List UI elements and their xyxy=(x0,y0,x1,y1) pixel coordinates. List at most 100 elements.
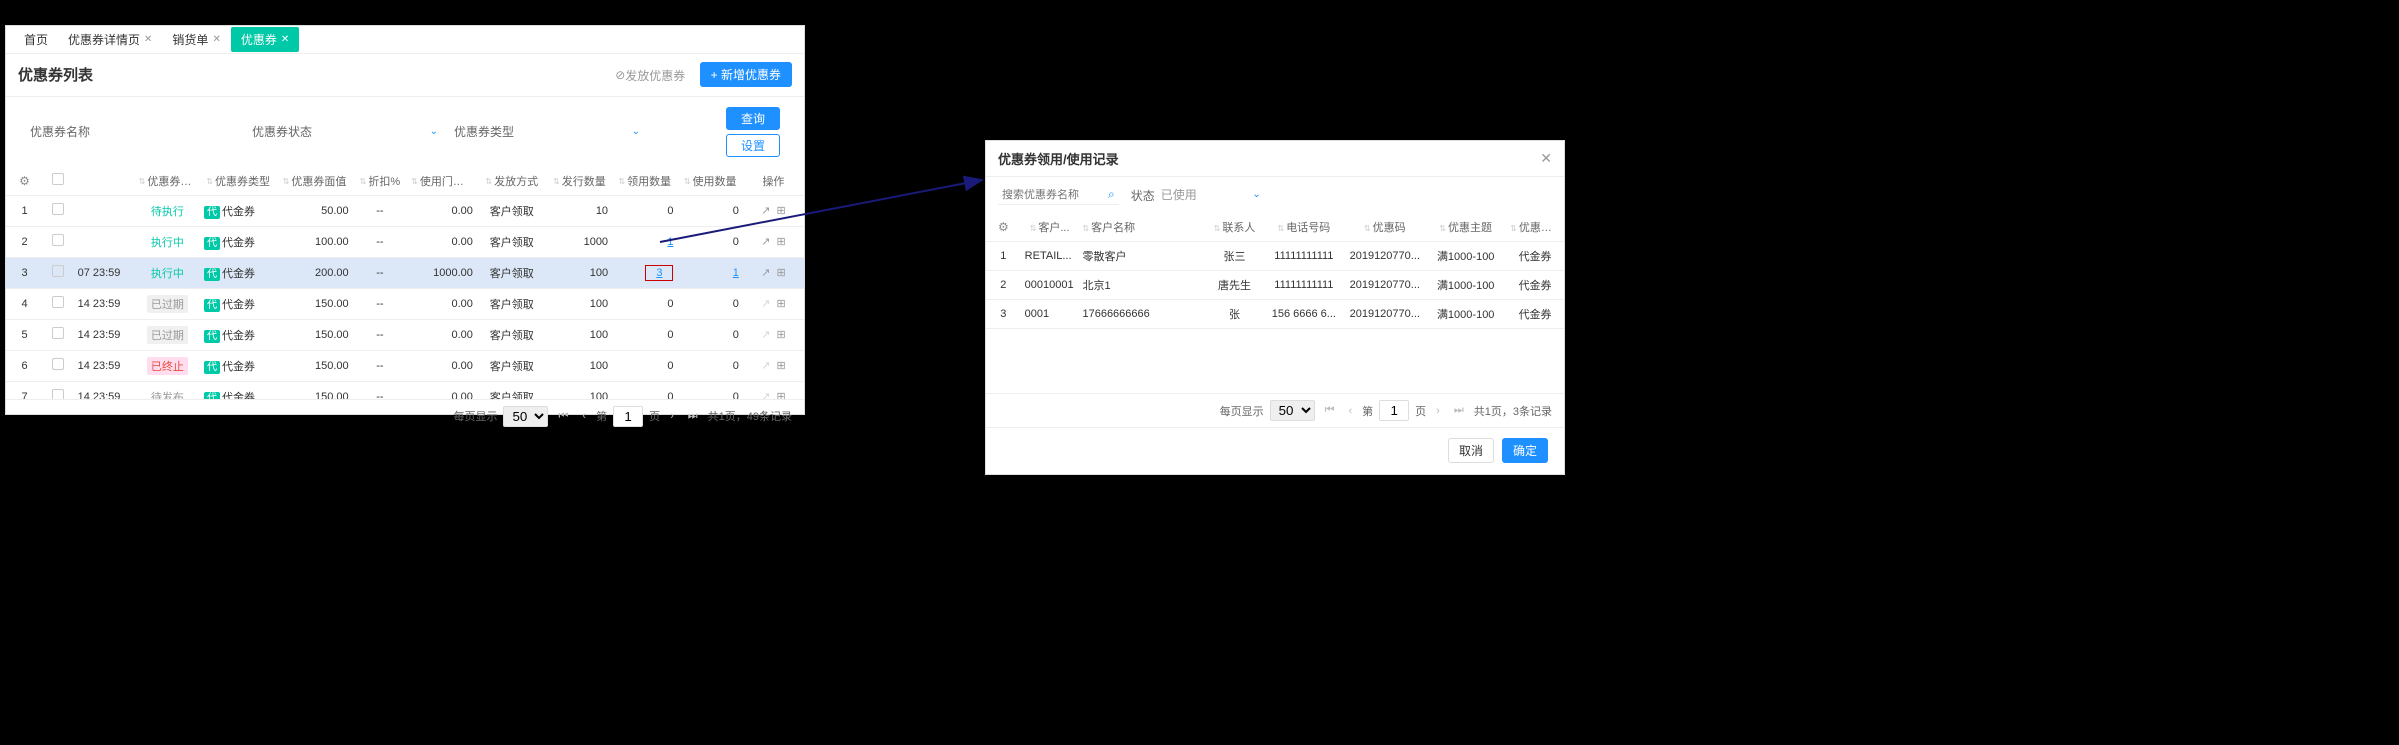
coupon-panel: 首页优惠券详情页✕销货单✕优惠券✕ 优惠券列表 ⊘ 发放优惠券 + 新增优惠券 … xyxy=(5,25,805,415)
last-page-button[interactable]: ⏭ xyxy=(1450,404,1468,417)
row-checkbox[interactable] xyxy=(52,203,64,215)
search-button[interactable]: 查询 xyxy=(726,107,780,130)
prev-page-button[interactable]: ‹ xyxy=(578,410,590,422)
coupon-table-wrap: ⚙ ⇅优惠券状态 ⇅优惠券类型 ⇅优惠券面值 ⇅折扣% ⇅使用门槛... ⇅发放… xyxy=(6,167,804,399)
next-page-button[interactable]: › xyxy=(1432,405,1444,417)
share-icon: ↗ xyxy=(761,390,770,399)
ok-button[interactable]: 确定 xyxy=(1502,438,1548,463)
tab-优惠券详情页[interactable]: 优惠券详情页✕ xyxy=(58,27,162,52)
status-badge: 已过期 xyxy=(147,326,188,344)
modal-search[interactable]: ⌕ xyxy=(998,185,1119,205)
share-icon: ↗ xyxy=(761,328,770,341)
used-link[interactable]: 1 xyxy=(733,267,739,279)
records-table: ⚙ ⇅客户... ⇅客户名称 ⇅联系人 ⇅电话号码 ⇅优惠码 ⇅优惠主题 ⇅优惠… xyxy=(986,213,1564,329)
status-badge: 执行中 xyxy=(147,233,188,251)
type-badge: 代 xyxy=(204,299,220,312)
table-row[interactable]: 2执行中代代金券100.00--0.00客户领取100010↗⊞ xyxy=(6,226,804,257)
select-all-checkbox[interactable] xyxy=(52,173,64,185)
qr-icon[interactable]: ⊞ xyxy=(776,359,785,372)
qr-icon[interactable]: ⊞ xyxy=(776,204,785,217)
cancel-button[interactable]: 取消 xyxy=(1448,438,1494,463)
per-page-select[interactable]: 50 xyxy=(1270,400,1315,421)
close-icon[interactable]: ✕ xyxy=(212,34,220,45)
modal-status-filter[interactable]: 状态 已使用⌄ xyxy=(1131,186,1261,204)
type-badge: 代 xyxy=(204,237,220,250)
share-icon[interactable]: ↗ xyxy=(761,204,770,217)
chevron-down-icon: ⌄ xyxy=(1252,189,1260,200)
next-page-button[interactable]: › xyxy=(666,410,678,422)
filter-row: 优惠券名称 优惠券状态 ⌄ 优惠券类型 ⌄ 查询 设置 xyxy=(6,97,804,167)
table-row[interactable]: 307 23:59执行中代代金券200.00--1000.00客户领取10031… xyxy=(6,257,804,288)
issue-coupon-button[interactable]: ⊘ 发放优惠券 xyxy=(604,63,696,88)
type-badge: 代 xyxy=(204,268,220,281)
paginator: 每页显示 50 ⏮ ‹ 第 页 › ⏭ 共1页，49条记录 xyxy=(6,399,804,433)
search-input[interactable] xyxy=(1002,189,1102,201)
status-badge: 已过期 xyxy=(147,295,188,313)
last-page-button[interactable]: ⏭ xyxy=(684,410,702,423)
row-checkbox[interactable] xyxy=(52,327,64,339)
claimed-link[interactable]: 3 xyxy=(645,265,673,281)
row-checkbox[interactable] xyxy=(52,389,64,399)
tab-销货单[interactable]: 销货单✕ xyxy=(162,27,230,52)
table-row[interactable]: 414 23:59已过期代代金券150.00--0.00客户领取10000↗⊞ xyxy=(6,288,804,319)
type-badge: 代 xyxy=(204,206,220,219)
qr-icon[interactable]: ⊞ xyxy=(776,328,785,341)
coupon-table: ⚙ ⇅优惠券状态 ⇅优惠券类型 ⇅优惠券面值 ⇅折扣% ⇅使用门槛... ⇅发放… xyxy=(6,167,804,399)
share-icon[interactable]: ↗ xyxy=(761,235,770,248)
filter-name[interactable]: 优惠券名称 xyxy=(30,123,236,140)
table-header-row: ⚙ ⇅优惠券状态 ⇅优惠券类型 ⇅优惠券面值 ⇅折扣% ⇅使用门槛... ⇅发放… xyxy=(6,167,804,196)
pager-total: 共1页，3条记录 xyxy=(1474,403,1552,419)
first-page-button[interactable]: ⏮ xyxy=(554,410,572,423)
qr-icon[interactable]: ⊞ xyxy=(776,390,785,399)
filter-status[interactable]: 优惠券状态 ⌄ xyxy=(252,123,438,140)
row-checkbox[interactable] xyxy=(52,296,64,308)
status-badge: 执行中 xyxy=(147,264,188,282)
qr-icon[interactable]: ⊞ xyxy=(776,297,785,310)
modal-paginator: 每页显示 50 ⏮ ‹ 第 页 › ⏭ 共1页，3条记录 xyxy=(986,393,1564,427)
tab-优惠券[interactable]: 优惠券✕ xyxy=(231,27,299,52)
table-row[interactable]: 514 23:59已过期代代金券150.00--0.00客户领取10000↗⊞ xyxy=(6,319,804,350)
row-checkbox[interactable] xyxy=(52,265,64,277)
claimed-link[interactable]: 1 xyxy=(667,236,673,248)
title-bar: 优惠券列表 ⊘ 发放优惠券 + 新增优惠券 xyxy=(6,54,804,97)
table-row[interactable]: 1RETAIL...零散客户张三111111111112019120770...… xyxy=(986,242,1564,271)
close-icon[interactable]: ✕ xyxy=(281,34,289,45)
close-icon[interactable]: ✕ xyxy=(1540,150,1552,167)
settings-button[interactable]: 设置 xyxy=(726,134,780,157)
type-badge: 代 xyxy=(204,330,220,343)
table-row[interactable]: 1待执行代代金券50.00--0.00客户领取1000↗⊞ xyxy=(6,195,804,226)
close-icon[interactable]: ✕ xyxy=(144,34,152,45)
usage-records-modal: 优惠券领用/使用记录 ✕ ⌕ 状态 已使用⌄ ⚙ ⇅客户... ⇅客户名称 ⇅联… xyxy=(985,140,1565,475)
page-input[interactable] xyxy=(1379,400,1409,421)
page-title: 优惠券列表 xyxy=(18,64,93,85)
qr-icon[interactable]: ⊞ xyxy=(776,266,785,279)
share-icon: ↗ xyxy=(761,359,770,372)
gear-icon[interactable]: ⚙ xyxy=(19,174,30,188)
table-row[interactable]: 200010001北京1唐先生111111111112019120770...满… xyxy=(986,271,1564,300)
gear-icon[interactable]: ⚙ xyxy=(998,220,1009,234)
table-row[interactable]: 714 23:59待发布代代金券150.00--0.00客户领取10000↗⊞ xyxy=(6,381,804,399)
filter-type[interactable]: 优惠券类型 ⌄ xyxy=(454,123,640,140)
row-checkbox[interactable] xyxy=(52,358,64,370)
table-row[interactable]: 3000117666666666张156 6666 6...2019120770… xyxy=(986,300,1564,329)
table-row[interactable]: 614 23:59已终止代代金券150.00--0.00客户领取10000↗⊞ xyxy=(6,350,804,381)
first-page-button[interactable]: ⏮ xyxy=(1321,404,1339,417)
chevron-down-icon: ⌄ xyxy=(430,126,438,137)
search-icon[interactable]: ⌕ xyxy=(1108,187,1115,202)
prev-page-button[interactable]: ‹ xyxy=(1345,405,1357,417)
pager-total: 共1页，49条记录 xyxy=(708,408,792,424)
add-coupon-button[interactable]: + 新增优惠券 xyxy=(700,62,792,87)
tab-bar: 首页优惠券详情页✕销货单✕优惠券✕ xyxy=(6,26,804,54)
chevron-down-icon: ⌄ xyxy=(632,126,640,137)
page-input[interactable] xyxy=(613,406,643,427)
type-badge: 代 xyxy=(204,361,220,374)
qr-icon[interactable]: ⊞ xyxy=(776,235,785,248)
tab-首页[interactable]: 首页 xyxy=(14,27,58,52)
share-icon: ↗ xyxy=(761,297,770,310)
modal-title: 优惠券领用/使用记录 xyxy=(998,149,1119,168)
status-badge: 已终止 xyxy=(147,357,188,375)
type-badge: 代 xyxy=(204,392,220,399)
row-checkbox[interactable] xyxy=(52,234,64,246)
share-icon[interactable]: ↗ xyxy=(761,266,770,279)
per-page-select[interactable]: 50 xyxy=(503,406,548,427)
